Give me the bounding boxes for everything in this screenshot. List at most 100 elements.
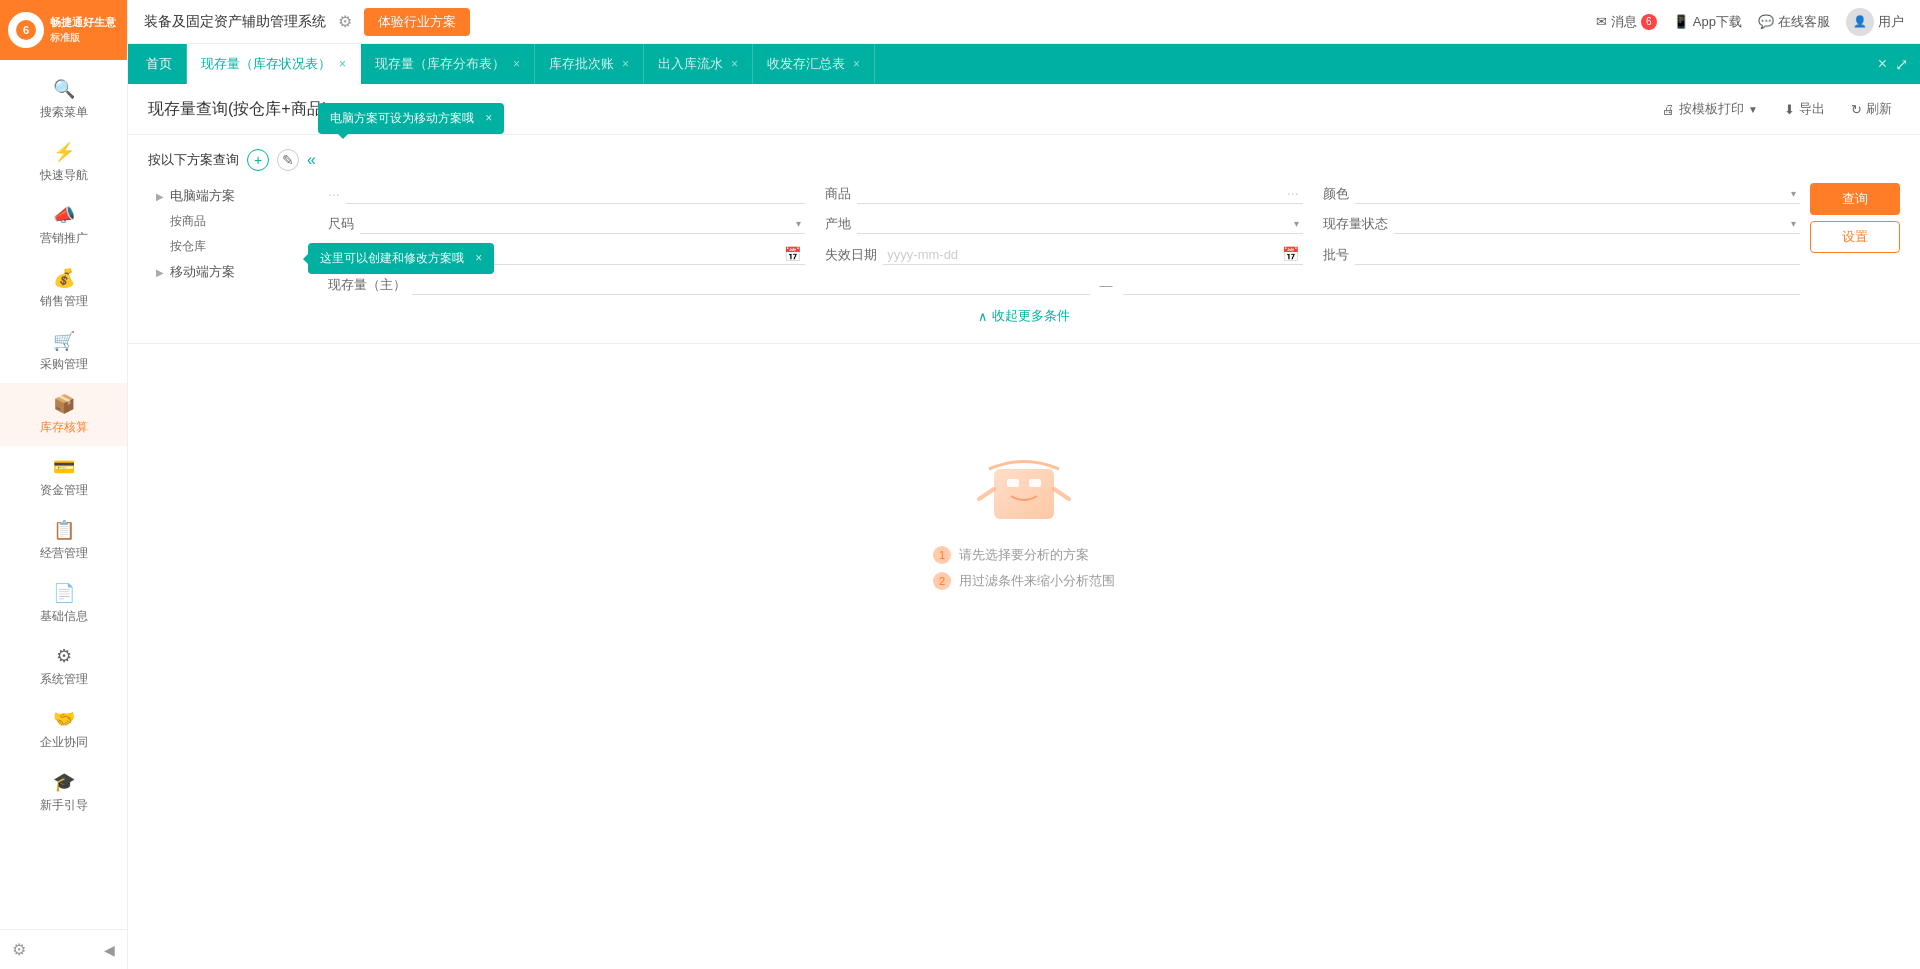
- online-support-button[interactable]: 💬 在线客服: [1758, 13, 1830, 31]
- tab-stock-dist[interactable]: 现存量（库存分布表） ×: [361, 44, 535, 84]
- add-scheme-button[interactable]: +: [247, 149, 269, 171]
- tab-stock-status-close[interactable]: ×: [339, 57, 346, 71]
- support-icon: 💬: [1758, 14, 1774, 29]
- sidebar-item-marketing[interactable]: 📣 营销推广: [0, 194, 127, 257]
- expiry-date-icon[interactable]: 📅: [1282, 246, 1299, 262]
- tab-batch-account-label: 库存批次账: [549, 55, 614, 73]
- system-settings-icon[interactable]: ⚙: [338, 12, 352, 31]
- sidebar: 6 畅捷通好生意 标准版 🔍 搜索菜单 ⚡ 快速导航 📣 营销推广 💰 销售管理…: [0, 0, 128, 969]
- svg-line-5: [979, 489, 994, 499]
- filter-size-col: 尺码 ▾: [328, 214, 805, 234]
- refresh-button[interactable]: ↻ 刷新: [1843, 96, 1900, 122]
- step2-circle: 2: [933, 572, 951, 590]
- sidebar-item-base-info[interactable]: 📄 基础信息: [0, 572, 127, 635]
- sidebar-item-label: 资金管理: [40, 482, 88, 499]
- sidebar-item-purchase[interactable]: 🛒 采购管理: [0, 320, 127, 383]
- reset-button[interactable]: 设置: [1810, 221, 1900, 253]
- back-arrow-button[interactable]: «: [307, 151, 316, 169]
- empty-state: 1 请先选择要分析的方案 2 用过滤条件来缩小分析范围: [128, 344, 1920, 670]
- messages-button[interactable]: ✉ 消息 6: [1596, 13, 1657, 31]
- filter-header: 按以下方案查询 + ✎ « 电脑方案可设为移动方案哦 ×: [148, 149, 1900, 171]
- sidebar-item-operations[interactable]: 📋 经营管理: [0, 509, 127, 572]
- scheme-panel: ▶ 电脑端方案 按商品 按仓库 ▶: [148, 183, 318, 299]
- sidebar-item-sales[interactable]: 💰 销售管理: [0, 257, 127, 320]
- tab-inout-flow[interactable]: 出入库流水 ×: [644, 44, 753, 84]
- scheme-desktop-arrow: ▶: [156, 191, 164, 202]
- origin-input[interactable]: [861, 216, 1289, 231]
- tab-recv-send[interactable]: 收发存汇总表 ×: [753, 44, 875, 84]
- logo-badge: 标准版: [50, 31, 116, 45]
- product-name-input[interactable]: [861, 186, 1283, 201]
- edit-scheme-button[interactable]: ✎: [277, 149, 299, 171]
- scheme-mobile[interactable]: ▶ 移动端方案: [148, 259, 318, 285]
- tab-batch-account[interactable]: 库存批次账 ×: [535, 44, 644, 84]
- tab-stock-status[interactable]: 现存量（库存状况表） ×: [187, 44, 361, 84]
- product-input[interactable]: [350, 186, 798, 201]
- user-menu[interactable]: 👤 用户: [1846, 8, 1904, 36]
- export-button[interactable]: ⬇ 导出: [1776, 96, 1833, 122]
- sidebar-item-search[interactable]: 🔍 搜索菜单: [0, 68, 127, 131]
- add-icon: +: [254, 152, 262, 168]
- content-area: 现存量查询(按仓库+商品) 🖨 按模板打印 ▼ ⬇ 导出 ↻ 刷新: [128, 84, 1920, 969]
- color-input[interactable]: [1359, 186, 1787, 201]
- sidebar-item-label: 经营管理: [40, 545, 88, 562]
- sidebar-item-finance[interactable]: 💳 资金管理: [0, 446, 127, 509]
- product-name-more[interactable]: ···: [1287, 185, 1299, 201]
- scheme-by-warehouse[interactable]: 按仓库: [162, 234, 318, 259]
- tab-stock-dist-close[interactable]: ×: [513, 57, 520, 71]
- app-download-label: App下载: [1693, 13, 1742, 31]
- stock-amount-max-input[interactable]: [1127, 277, 1797, 292]
- top-header: 装备及固定资产辅助管理系统 ⚙ 体验行业方案 ✉ 消息 6 📱 App下载 💬 …: [128, 0, 1920, 44]
- range-separator: —: [1096, 278, 1117, 293]
- svg-rect-2: [994, 469, 1054, 519]
- svg-line-6: [1054, 489, 1069, 499]
- stock-amount-min-input[interactable]: [416, 277, 1086, 292]
- collapse-filter-button[interactable]: ∧ 收起更多条件: [148, 299, 1900, 329]
- expiry-date-input[interactable]: [887, 247, 1277, 262]
- tab-recv-send-close[interactable]: ×: [853, 57, 860, 71]
- tab-batch-account-close[interactable]: ×: [622, 57, 629, 71]
- batch-no-input[interactable]: [1359, 247, 1796, 262]
- search-icon: 🔍: [53, 78, 75, 100]
- tab-inout-flow-close[interactable]: ×: [731, 57, 738, 71]
- filter-section-label: 按以下方案查询: [148, 151, 239, 169]
- sidebar-collapse-icon[interactable]: ◀: [104, 942, 115, 958]
- scheme-warehouse-label: 按仓库: [170, 238, 206, 255]
- create-scheme-tooltip: 这里可以创建和修改方案哦 ×: [308, 243, 494, 274]
- sidebar-logo: 6 畅捷通好生意 标准版: [0, 0, 127, 60]
- query-button[interactable]: 查询: [1810, 183, 1900, 215]
- scheme-tooltip-text: 电脑方案可设为移动方案哦: [330, 111, 474, 125]
- close-all-tabs-button[interactable]: ×: [1878, 55, 1887, 73]
- tab-stock-dist-label: 现存量（库存分布表）: [375, 55, 505, 73]
- product-more-icon[interactable]: ···: [328, 186, 340, 202]
- filter-fields-panel: ··· 商品 ···: [328, 183, 1800, 299]
- sidebar-item-enterprise[interactable]: 🤝 企业协同: [0, 698, 127, 761]
- stock-status-label: 现存量状态: [1323, 215, 1388, 233]
- tab-home-label: 首页: [146, 55, 172, 73]
- sidebar-item-stock-calc[interactable]: 📦 库存核算: [0, 383, 127, 446]
- size-input[interactable]: [364, 216, 792, 231]
- sidebar-settings-icon[interactable]: ⚙: [12, 940, 26, 959]
- print-button[interactable]: 🖨 按模板打印 ▼: [1654, 96, 1766, 122]
- create-tooltip-close[interactable]: ×: [475, 251, 482, 265]
- production-date-icon[interactable]: 📅: [784, 246, 801, 262]
- tab-home[interactable]: 首页: [132, 44, 187, 84]
- logo-text: 畅捷通好生意: [50, 15, 116, 30]
- app-download-button[interactable]: 📱 App下载: [1673, 13, 1742, 31]
- enterprise-icon: 🤝: [53, 708, 75, 730]
- edit-icon: ✎: [282, 152, 294, 168]
- sidebar-item-guide[interactable]: 🎓 新手引导: [0, 761, 127, 824]
- message-icon: ✉: [1596, 14, 1607, 29]
- sales-icon: 💰: [53, 267, 75, 289]
- scheme-by-product[interactable]: 按商品: [162, 209, 318, 234]
- purchase-icon: 🛒: [53, 330, 75, 352]
- scheme-desktop[interactable]: ▶ 电脑端方案: [148, 183, 318, 209]
- scheme-tooltip-close[interactable]: ×: [485, 111, 492, 125]
- sidebar-item-quick-nav[interactable]: ⚡ 快速导航: [0, 131, 127, 194]
- experience-button[interactable]: 体验行业方案: [364, 8, 470, 36]
- expiry-date-label: 失效日期: [825, 246, 877, 264]
- sidebar-item-sys-mgmt[interactable]: ⚙ 系统管理: [0, 635, 127, 698]
- maximize-button[interactable]: ⤢: [1895, 55, 1908, 74]
- stock-status-input[interactable]: [1398, 216, 1787, 231]
- tab-recv-send-label: 收发存汇总表: [767, 55, 845, 73]
